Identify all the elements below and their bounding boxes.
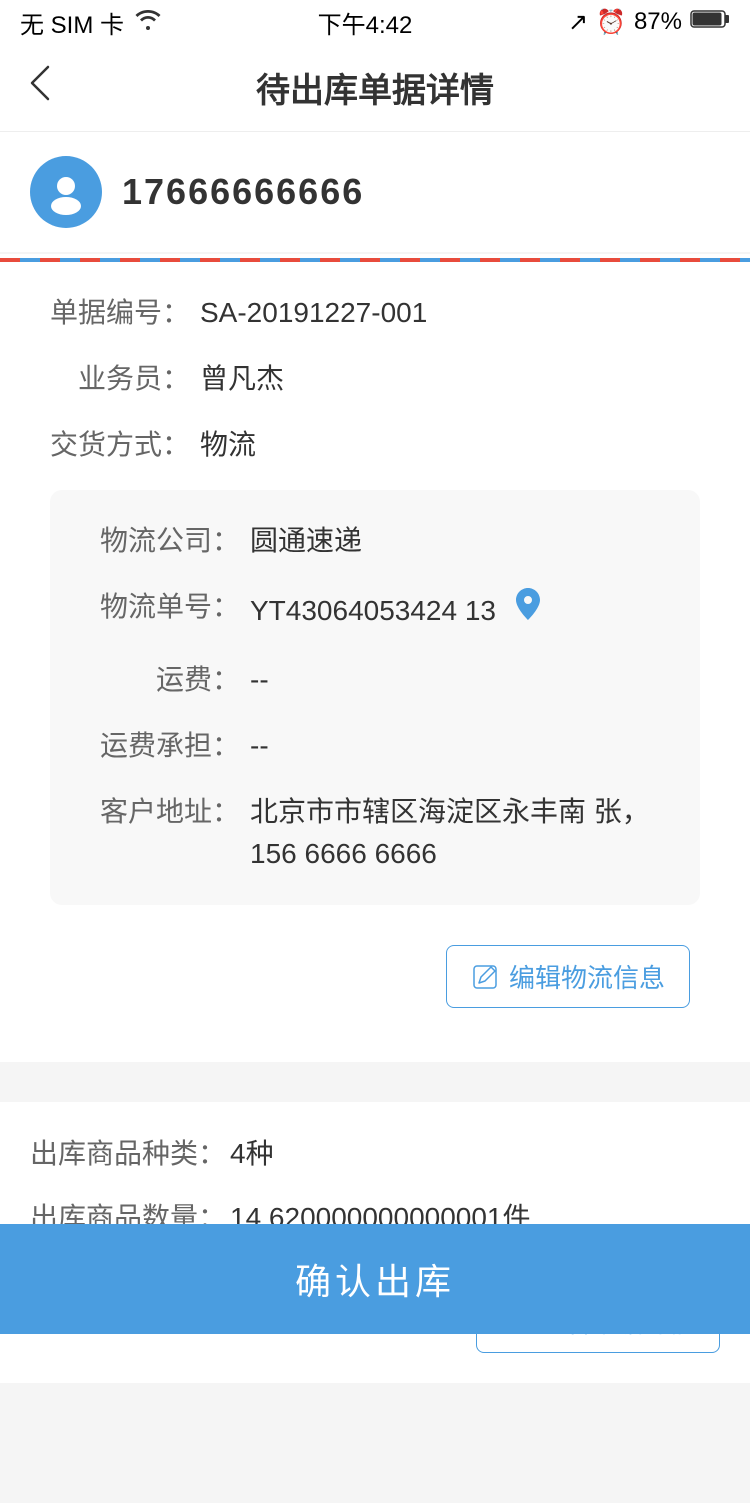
freight-bear-label: 运费承担： xyxy=(80,725,240,767)
tracking-value: YT43064053424 13 xyxy=(250,586,670,635)
confirm-button-label: 确认出库 xyxy=(295,1253,455,1305)
product-types-row: 出库商品种类： 4种 xyxy=(30,1132,720,1172)
avatar xyxy=(30,156,102,228)
delivery-value: 物流 xyxy=(200,424,720,466)
freight-label: 运费： xyxy=(80,659,240,701)
order-no-value: SA-20191227-001 xyxy=(200,292,720,334)
salesman-label: 业务员： xyxy=(30,358,190,400)
salesman-value: 曾凡杰 xyxy=(200,358,720,400)
status-time: 下午4:42 xyxy=(318,5,413,40)
order-info-section: 单据编号： SA-20191227-001 业务员： 曾凡杰 交货方式： 物流 … xyxy=(0,262,750,1062)
edit-icon xyxy=(471,963,499,991)
tracking-row: 物流单号： YT43064053424 13 xyxy=(80,586,670,635)
freight-bear-row: 运费承担： -- xyxy=(80,725,670,767)
delivery-label: 交货方式： xyxy=(30,424,190,466)
delivery-row: 交货方式： 物流 xyxy=(30,424,720,466)
status-bar: 无 SIM 卡 下午4:42 ↗ ⏰ 87% xyxy=(0,0,750,44)
address-value: 北京市市辖区海淀区永丰南 张，156 6666 6666 xyxy=(250,791,670,875)
company-value: 圆通速递 xyxy=(250,520,670,562)
freight-bear-value: -- xyxy=(250,725,670,767)
edit-btn-container: 编辑物流信息 xyxy=(30,925,720,1032)
nav-bar: 待出库单据详情 xyxy=(0,44,750,132)
edit-btn-label: 编辑物流信息 xyxy=(509,958,665,995)
location-status-icon: ↗ xyxy=(568,8,588,37)
page-title: 待出库单据详情 xyxy=(256,63,494,112)
freight-row: 运费： -- xyxy=(80,659,670,701)
wifi-icon xyxy=(134,8,162,37)
freight-value: -- xyxy=(250,659,670,701)
battery-text: 87% xyxy=(634,8,682,36)
tracking-location-icon[interactable] xyxy=(512,586,544,635)
logistics-card: 物流公司： 圆通速递 物流单号： YT43064053424 13 运费： -- xyxy=(50,490,700,905)
section-divider-1 xyxy=(0,1082,750,1102)
edit-logistics-button[interactable]: 编辑物流信息 xyxy=(446,945,690,1008)
tracking-label: 物流单号： xyxy=(80,586,240,628)
company-label: 物流公司： xyxy=(80,520,240,562)
address-row: 客户地址： 北京市市辖区海淀区永丰南 张，156 6666 6666 xyxy=(80,791,670,875)
order-no-label: 单据编号： xyxy=(30,292,190,334)
carrier-text: 无 SIM 卡 xyxy=(20,5,124,40)
address-label: 客户地址： xyxy=(80,791,240,833)
product-types-value: 4种 xyxy=(230,1132,274,1172)
status-left: 无 SIM 卡 xyxy=(20,5,162,40)
company-row: 物流公司： 圆通速递 xyxy=(80,520,670,562)
battery-icon xyxy=(690,8,730,37)
user-header: 17666666666 xyxy=(0,132,750,252)
order-no-row: 单据编号： SA-20191227-001 xyxy=(30,292,720,334)
status-right: ↗ ⏰ 87% xyxy=(568,8,730,37)
back-button[interactable] xyxy=(30,55,70,120)
user-phone: 17666666666 xyxy=(122,171,364,213)
product-types-label: 出库商品种类： xyxy=(30,1132,230,1172)
salesman-row: 业务员： 曾凡杰 xyxy=(30,358,720,400)
dashed-divider xyxy=(0,254,750,262)
alarm-icon: ⏰ xyxy=(596,8,626,37)
confirm-button[interactable]: 确认出库 xyxy=(0,1224,750,1334)
